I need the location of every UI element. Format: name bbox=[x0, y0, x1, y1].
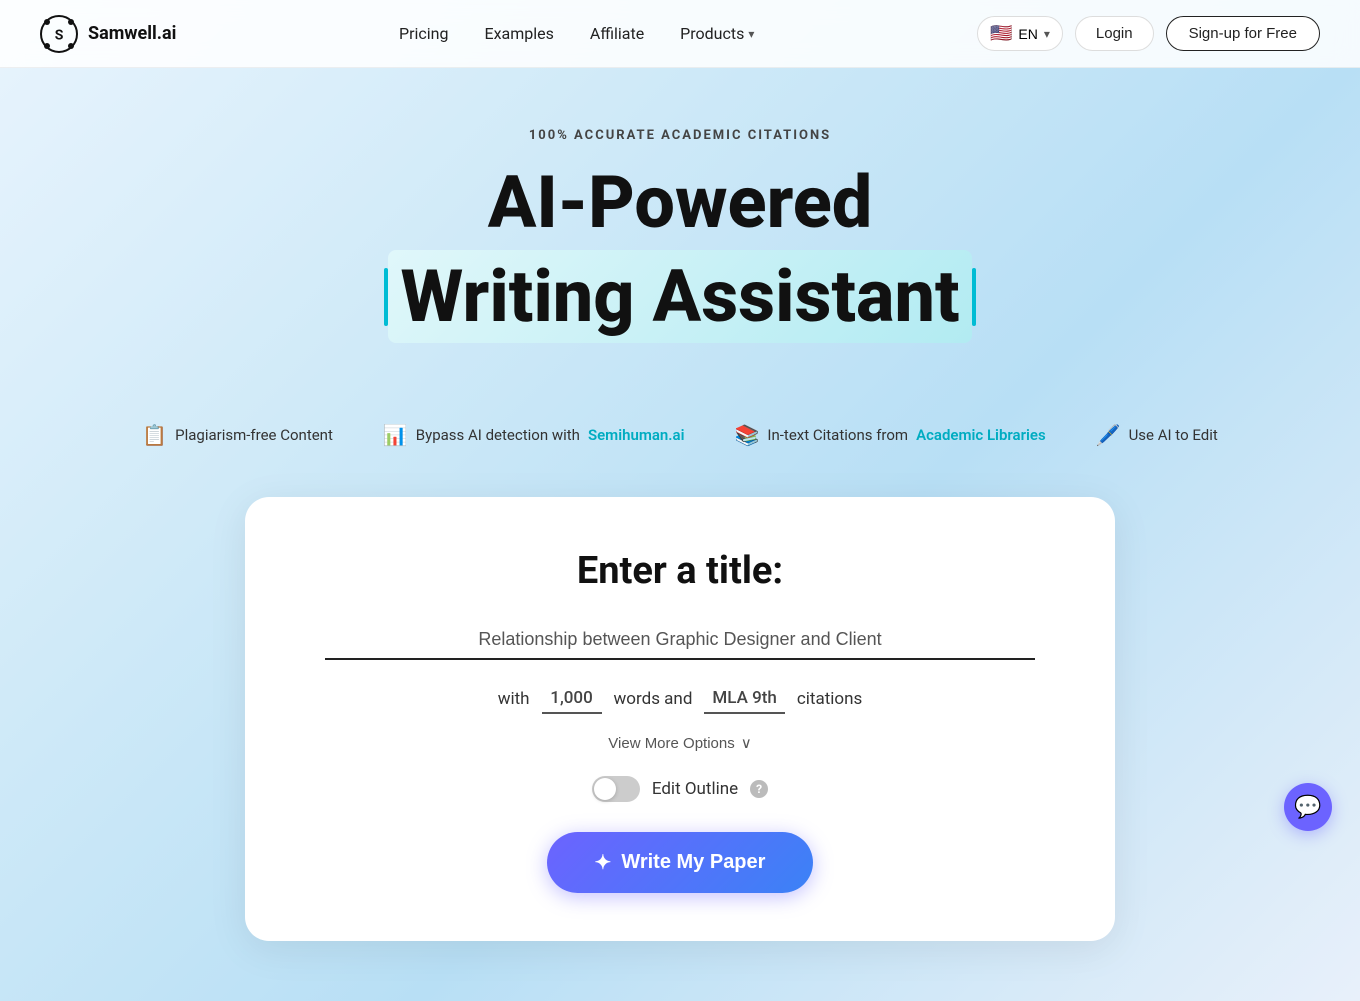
with-label: with bbox=[498, 689, 530, 709]
logo-text: Samwell.ai bbox=[88, 23, 176, 44]
edit-outline-row: Edit Outline ? bbox=[325, 776, 1035, 802]
card-wrapper: Enter a title: with 1,000 words and MLA … bbox=[0, 497, 1360, 1001]
nav-products[interactable]: Products ▾ bbox=[680, 24, 754, 43]
feature-citations: 📚 In-text Citations from Academic Librar… bbox=[735, 423, 1046, 447]
chat-icon: 💬 bbox=[1294, 795, 1321, 820]
sparkle-icon: ✦ bbox=[595, 850, 612, 875]
citations-label: citations bbox=[797, 689, 862, 709]
feature-bypass-text: Bypass AI detection with bbox=[416, 426, 580, 444]
feature-edit: 🖊️ Use AI to Edit bbox=[1096, 423, 1218, 447]
cursor-right-icon bbox=[972, 268, 976, 326]
nav-pricing[interactable]: Pricing bbox=[399, 24, 449, 43]
feature-bypass: 📊 Bypass AI detection with Semihuman.ai bbox=[383, 423, 685, 447]
nav-right: 🇺🇸 EN ▾ Login Sign-up for Free bbox=[977, 16, 1320, 51]
words-and-label: words and bbox=[614, 689, 693, 709]
language-selector[interactable]: 🇺🇸 EN ▾ bbox=[977, 16, 1063, 51]
nav-examples[interactable]: Examples bbox=[484, 24, 553, 43]
lang-chevron-icon: ▾ bbox=[1044, 27, 1050, 41]
citation-style-selector[interactable]: MLA 9th bbox=[704, 684, 784, 714]
logo-icon: S bbox=[40, 15, 78, 53]
hero-tagline: 100% ACCURATE ACADEMIC CITATIONS bbox=[40, 128, 1320, 143]
bypass-icon: 📊 bbox=[383, 423, 408, 447]
nav-links: Pricing Examples Affiliate Products ▾ bbox=[399, 24, 754, 43]
title-input[interactable] bbox=[325, 621, 1035, 660]
feature-citations-text: In-text Citations from bbox=[767, 426, 908, 444]
hero-title-line1: AI-Powered bbox=[40, 163, 1320, 242]
feature-edit-text: Use AI to Edit bbox=[1129, 426, 1218, 444]
edit-icon: 🖊️ bbox=[1096, 423, 1121, 447]
card-title: Enter a title: bbox=[325, 549, 1035, 593]
nav-affiliate[interactable]: Affiliate bbox=[590, 24, 644, 43]
hero-title-line2-wrapper: Writing Assistant bbox=[384, 250, 975, 343]
login-button[interactable]: Login bbox=[1075, 16, 1154, 51]
feature-plagiarism: 📋 Plagiarism-free Content bbox=[142, 423, 333, 447]
view-more-row: View More Options ∨ bbox=[325, 734, 1035, 752]
citations-icon: 📚 bbox=[735, 423, 760, 447]
view-more-button[interactable]: View More Options ∨ bbox=[608, 734, 751, 752]
main-card: Enter a title: with 1,000 words and MLA … bbox=[245, 497, 1115, 941]
view-more-chevron-icon: ∨ bbox=[741, 734, 752, 752]
feature-plagiarism-text: Plagiarism-free Content bbox=[175, 426, 333, 444]
flag-icon: 🇺🇸 bbox=[990, 23, 1012, 44]
logo-link[interactable]: S Samwell.ai bbox=[40, 15, 176, 53]
hero-title-line2: Writing Assistant bbox=[388, 250, 971, 343]
plagiarism-icon: 📋 bbox=[142, 423, 167, 447]
signup-button[interactable]: Sign-up for Free bbox=[1166, 16, 1320, 51]
edit-outline-toggle[interactable] bbox=[592, 776, 640, 802]
options-row: with 1,000 words and MLA 9th citations bbox=[325, 684, 1035, 714]
academic-libraries-link[interactable]: Academic Libraries bbox=[916, 426, 1046, 444]
edit-outline-label: Edit Outline bbox=[652, 779, 738, 799]
semihuman-link[interactable]: Semihuman.ai bbox=[588, 426, 685, 444]
toggle-knob bbox=[594, 778, 616, 800]
navbar: S Samwell.ai Pricing Examples Affiliate … bbox=[0, 0, 1360, 68]
help-icon[interactable]: ? bbox=[750, 780, 768, 798]
write-paper-button[interactable]: ✦ Write My Paper bbox=[547, 832, 814, 893]
chat-widget[interactable]: 💬 bbox=[1284, 783, 1332, 831]
word-count-selector[interactable]: 1,000 bbox=[542, 684, 602, 714]
write-btn-row: ✦ Write My Paper bbox=[325, 832, 1035, 893]
feature-bar: 📋 Plagiarism-free Content 📊 Bypass AI de… bbox=[0, 403, 1360, 467]
products-chevron-icon: ▾ bbox=[748, 27, 754, 41]
hero-section: 100% ACCURATE ACADEMIC CITATIONS AI-Powe… bbox=[0, 68, 1360, 403]
svg-text:S: S bbox=[55, 27, 64, 43]
